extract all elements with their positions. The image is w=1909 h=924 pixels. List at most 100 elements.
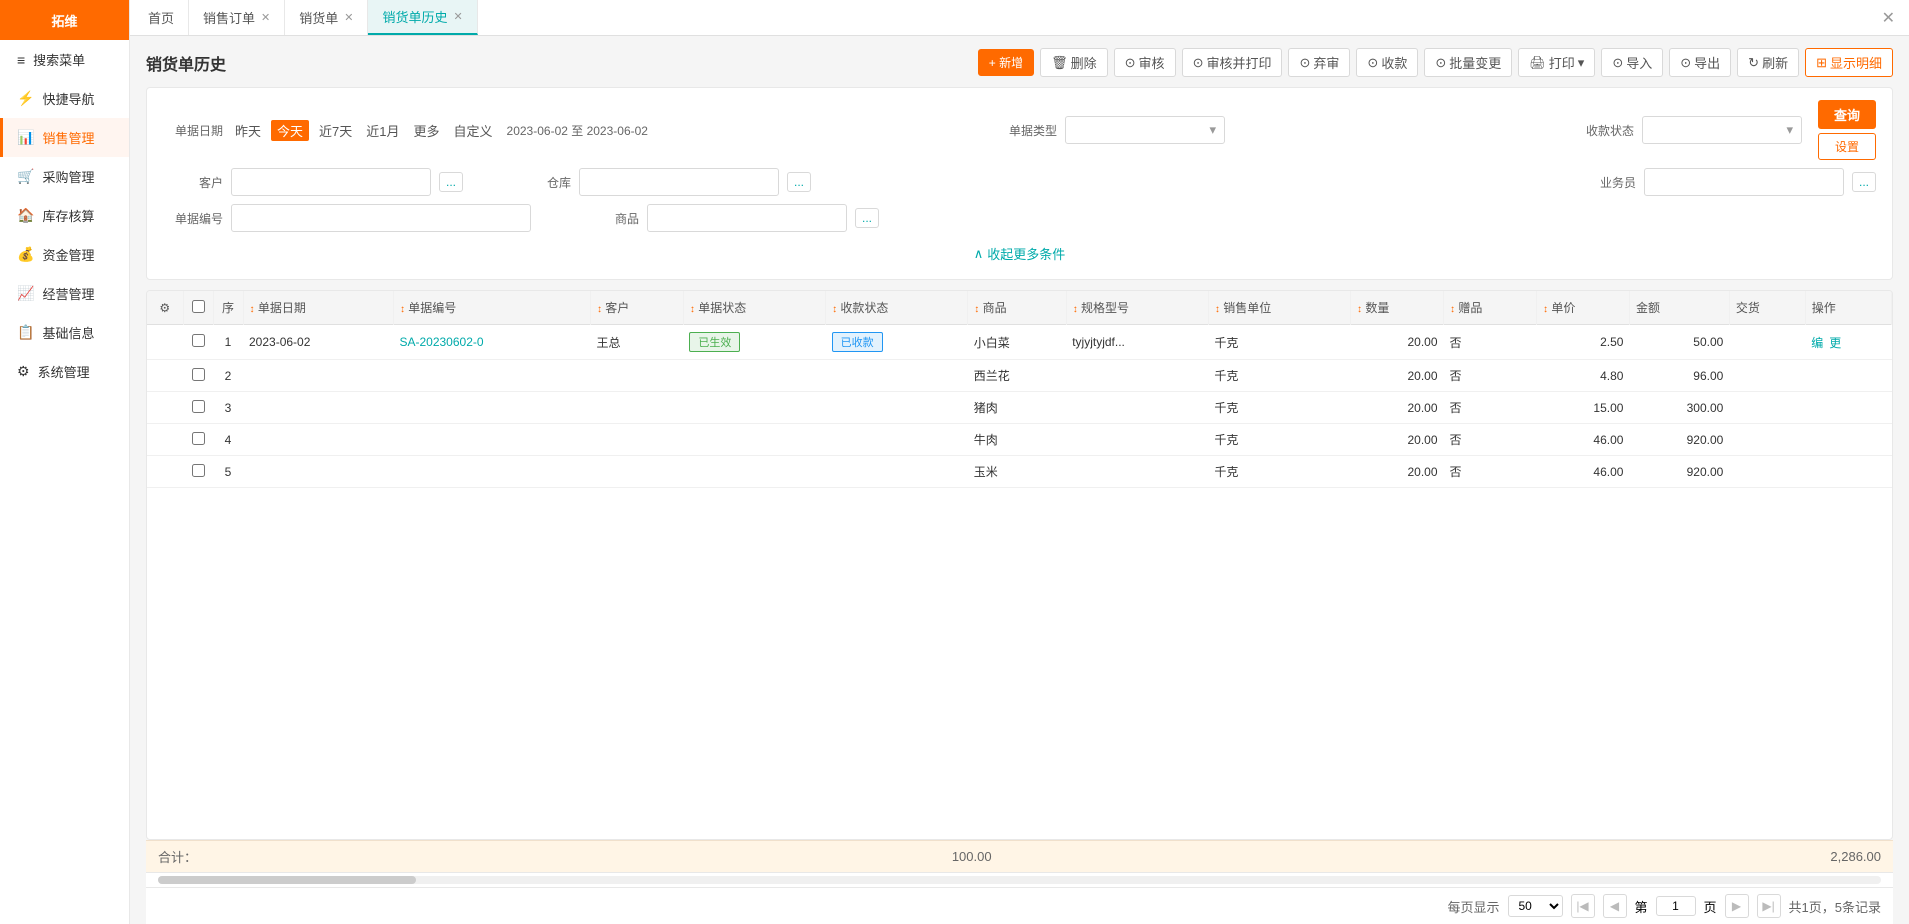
unit-col-header[interactable]: ↕ 销售单位 bbox=[1208, 291, 1350, 325]
checkbox-cell[interactable] bbox=[183, 424, 213, 456]
sidebar-item-basic-info[interactable]: 📋 基础信息 bbox=[0, 313, 129, 352]
shortcut-more[interactable]: 更多 bbox=[410, 120, 444, 141]
doc-date-cell bbox=[243, 392, 393, 424]
checkbox-cell[interactable] bbox=[183, 456, 213, 488]
doc-no-input[interactable] bbox=[231, 204, 531, 232]
delete-button[interactable]: 🗑 删除 bbox=[1040, 48, 1108, 77]
doc-status-cell: 已生效 bbox=[683, 325, 825, 360]
doc-no-link[interactable]: SA-20230602-0 bbox=[399, 335, 483, 349]
close-sales-delivery-tab-icon[interactable]: ✕ bbox=[344, 11, 353, 24]
refresh-button[interactable]: ↻ 刷新 bbox=[1737, 48, 1799, 77]
close-all-tabs-button[interactable]: ✕ bbox=[1872, 8, 1905, 28]
page-number-input[interactable] bbox=[1656, 896, 1696, 916]
sidebar-item-label: 经营管理 bbox=[42, 284, 94, 303]
prev-page-button[interactable]: ◀ bbox=[1603, 894, 1627, 918]
tab-sales-order[interactable]: 销售订单 ✕ bbox=[189, 0, 285, 35]
checkbox-cell[interactable] bbox=[183, 392, 213, 424]
delivery-cell bbox=[1729, 424, 1805, 456]
sidebar-item-operations[interactable]: 📈 经营管理 bbox=[0, 274, 129, 313]
payment-status-col-header[interactable]: ↕ 收款状态 bbox=[826, 291, 968, 325]
sort-icon: ↕ bbox=[1357, 304, 1362, 315]
abandon-button[interactable]: ⊙ 弃审 bbox=[1288, 48, 1350, 77]
close-sales-order-tab-icon[interactable]: ✕ bbox=[261, 11, 270, 24]
collapse-button[interactable]: ∧ 收起更多条件 bbox=[163, 240, 1876, 267]
sidebar-item-search-menu[interactable]: ≡ 搜索菜单 bbox=[0, 40, 129, 79]
spec-col-header[interactable]: ↕ 规格型号 bbox=[1066, 291, 1208, 325]
print-dropdown-icon: ▾ bbox=[1578, 55, 1585, 71]
doc-type-select[interactable]: ▾ bbox=[1065, 116, 1225, 144]
filter-row-2: 客户 ... 仓库 ... 业务员 ... bbox=[163, 168, 1876, 196]
batch-change-icon: ⊙ bbox=[1435, 55, 1446, 71]
row-checkbox[interactable] bbox=[192, 432, 205, 445]
goods-input[interactable] bbox=[647, 204, 847, 232]
customer-input[interactable] bbox=[231, 168, 431, 196]
shortcut-yesterday[interactable]: 昨天 bbox=[231, 120, 265, 141]
sidebar-item-quick-nav[interactable]: ⚡ 快捷导航 bbox=[0, 79, 129, 118]
scroll-bar[interactable] bbox=[146, 872, 1893, 887]
doc-date-col-header[interactable]: ↕ 单据日期 bbox=[243, 291, 393, 325]
checkbox-col-header[interactable] bbox=[183, 291, 213, 325]
more-action-link[interactable]: 更 bbox=[1829, 336, 1841, 350]
import-button[interactable]: ⊙ 导入 bbox=[1601, 48, 1663, 77]
salesperson-input[interactable] bbox=[1644, 168, 1844, 196]
row-checkbox[interactable] bbox=[192, 400, 205, 413]
edit-action-link[interactable]: 编 bbox=[1811, 336, 1823, 350]
gift-col-header[interactable]: ↕ 赠品 bbox=[1444, 291, 1537, 325]
sidebar-item-purchase-mgmt[interactable]: 🛒 采购管理 bbox=[0, 157, 129, 196]
settings-button[interactable]: 设置 bbox=[1818, 133, 1876, 160]
sidebar-item-sales-mgmt[interactable]: 📊 销售管理 bbox=[0, 118, 129, 157]
export-button[interactable]: ⊙ 导出 bbox=[1669, 48, 1731, 77]
tab-sales-delivery-history[interactable]: 销货单历史 ✕ bbox=[368, 0, 477, 35]
new-button[interactable]: + 新增 bbox=[978, 49, 1034, 76]
qty-col-header[interactable]: ↕ 数量 bbox=[1351, 291, 1444, 325]
goods-col-header[interactable]: ↕ 商品 bbox=[968, 291, 1066, 325]
close-history-tab-icon[interactable]: ✕ bbox=[454, 10, 463, 23]
goods-ellipsis-btn[interactable]: ... bbox=[855, 208, 879, 228]
row-checkbox[interactable] bbox=[192, 464, 205, 477]
amount-cell: 920.00 bbox=[1629, 456, 1729, 488]
checkbox-cell[interactable] bbox=[183, 360, 213, 392]
show-detail-button[interactable]: ⊞ 显示明细 bbox=[1805, 48, 1893, 77]
shortcut-custom[interactable]: 自定义 bbox=[450, 120, 497, 141]
checkbox-cell[interactable] bbox=[183, 325, 213, 360]
settings-col-header[interactable]: ⚙ bbox=[147, 291, 183, 325]
review-button[interactable]: ⊙ 审核 bbox=[1114, 48, 1176, 77]
next-page-button[interactable]: ▶ bbox=[1725, 894, 1749, 918]
per-page-select[interactable]: 50 100 200 bbox=[1508, 895, 1563, 917]
review-print-button[interactable]: ⊙ 审核并打印 bbox=[1182, 48, 1283, 77]
sidebar-item-finance[interactable]: 💰 资金管理 bbox=[0, 235, 129, 274]
price-col-header[interactable]: ↕ 单价 bbox=[1536, 291, 1629, 325]
shortcut-7days[interactable]: 近7天 bbox=[315, 120, 356, 141]
payment-status-select[interactable]: ▾ bbox=[1642, 116, 1802, 144]
customer-col-header[interactable]: ↕ 客户 bbox=[590, 291, 683, 325]
doc-status-col-header[interactable]: ↕ 单据状态 bbox=[683, 291, 825, 325]
last-page-button[interactable]: ▶| bbox=[1757, 894, 1781, 918]
data-table-container[interactable]: ⚙ 序 ↕ 单据日期 ↕ 单据编号 ↕ 客户 ↕ 单据状态 ↕ 收款状态 ↕ 商… bbox=[146, 290, 1893, 840]
print-button[interactable]: 🖨 打印 ▾ bbox=[1518, 48, 1595, 77]
sidebar-item-system[interactable]: ⚙ 系统管理 bbox=[0, 352, 129, 391]
toolbar: + 新增 🗑 删除 ⊙ 审核 ⊙ 审核并打印 ⊙ 弃审 bbox=[978, 48, 1893, 77]
batch-change-button[interactable]: ⊙ 批量变更 bbox=[1424, 48, 1512, 77]
collect-button[interactable]: ⊙ 收款 bbox=[1356, 48, 1418, 77]
sort-icon: ↕ bbox=[597, 304, 602, 315]
first-page-button[interactable]: |◀ bbox=[1571, 894, 1595, 918]
tab-home[interactable]: 首页 bbox=[134, 0, 189, 35]
amount-cell: 96.00 bbox=[1629, 360, 1729, 392]
doc-no-col-header[interactable]: ↕ 单据编号 bbox=[393, 291, 590, 325]
select-all-checkbox[interactable] bbox=[192, 300, 205, 313]
sidebar-item-inventory[interactable]: 🏠 库存核算 bbox=[0, 196, 129, 235]
sidebar-item-label: 基础信息 bbox=[42, 323, 94, 342]
warehouse-ellipsis-btn[interactable]: ... bbox=[787, 172, 811, 192]
query-button[interactable]: 查询 bbox=[1818, 100, 1876, 129]
shortcut-1month[interactable]: 近1月 bbox=[362, 120, 403, 141]
customer-ellipsis-btn[interactable]: ... bbox=[439, 172, 463, 192]
goods-cell: 西兰花 bbox=[968, 360, 1066, 392]
main-inner: ⚙ 序 ↕ 单据日期 ↕ 单据编号 ↕ 客户 ↕ 单据状态 ↕ 收款状态 ↕ 商… bbox=[146, 290, 1893, 924]
salesperson-ellipsis-btn[interactable]: ... bbox=[1852, 172, 1876, 192]
row-checkbox[interactable] bbox=[192, 334, 205, 347]
row-checkbox[interactable] bbox=[192, 368, 205, 381]
warehouse-input[interactable] bbox=[579, 168, 779, 196]
tab-sales-delivery[interactable]: 销货单 ✕ bbox=[285, 0, 368, 35]
shortcut-today[interactable]: 今天 bbox=[271, 120, 309, 141]
scroll-thumb bbox=[158, 876, 416, 884]
